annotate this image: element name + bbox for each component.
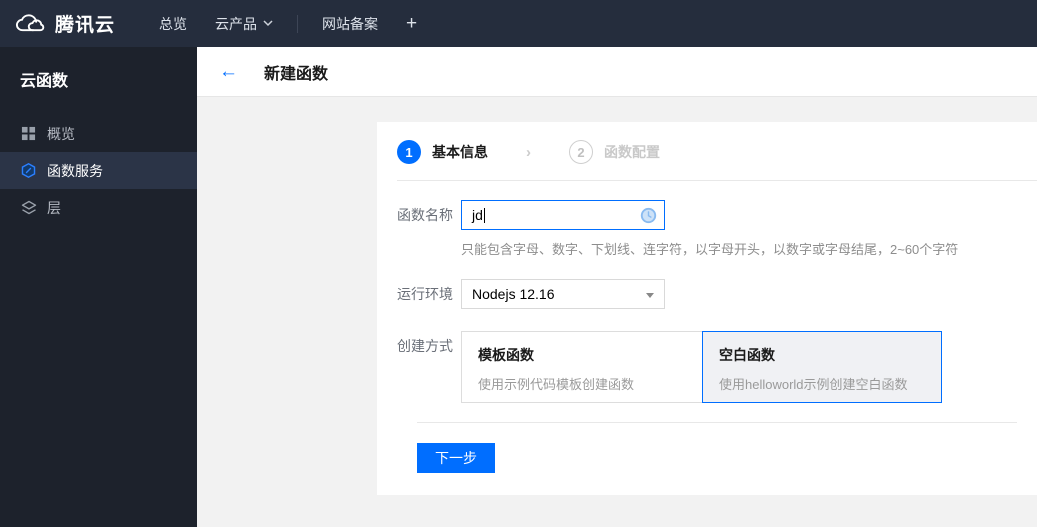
layers-icon <box>20 199 37 216</box>
sidebar-item-label: 函数服务 <box>47 162 103 179</box>
chevron-right-icon: › <box>526 143 531 161</box>
next-step-button[interactable]: 下一步 <box>417 443 495 473</box>
sidebar: 云函数 概览 函数服务 层 <box>0 47 197 527</box>
grid-icon <box>20 125 37 142</box>
cloud-logo-icon <box>14 12 46 36</box>
sidebar-title: 云函数 <box>20 73 69 90</box>
nav-item-overview[interactable]: 总览 <box>145 0 201 47</box>
function-name-label: 函数名称 <box>397 207 453 223</box>
function-name-row: 函数名称 jd <box>397 200 1017 230</box>
page-title: 新建函数 <box>264 65 329 83</box>
sidebar-item-label: 概览 <box>47 125 75 142</box>
sidebar-item-label: 层 <box>47 199 61 216</box>
footer-divider <box>417 422 1017 423</box>
sidebar-item-function-service[interactable]: 函数服务 <box>0 152 197 189</box>
brand-name: 腾讯云 <box>55 15 116 36</box>
page-header: ← 新建函数 <box>197 47 1037 97</box>
chevron-down-icon <box>263 20 273 28</box>
tencent-cloud-logo[interactable]: 腾讯云 <box>14 10 115 37</box>
step-1-circle: 1 <box>397 140 421 164</box>
function-name-hint: 只能包含字母、数字、下划线、连字符，以字母开头，以数字或字母结尾，2~60个字符 <box>461 242 959 257</box>
runtime-label: 运行环境 <box>397 286 453 302</box>
creation-method-label: 创建方式 <box>397 338 453 354</box>
step-2-circle: 2 <box>569 140 593 164</box>
runtime-value: Nodejs 12.16 <box>472 286 555 302</box>
option-template-function[interactable]: 模板函数 使用示例代码模板创建函数 <box>461 331 703 403</box>
text-caret <box>483 207 485 223</box>
creation-method-row: 创建方式 模板函数 使用示例代码模板创建函数 空白函数 使用helloworld… <box>397 331 1017 403</box>
dropdown-arrow-icon <box>646 293 654 298</box>
nav-item-cloud-products[interactable]: 云产品 <box>201 0 287 47</box>
runtime-row: 运行环境 Nodejs 12.16 <box>397 279 1017 309</box>
runtime-select[interactable]: Nodejs 12.16 <box>461 279 665 309</box>
step-indicator: 1 基本信息 › 2 函数配置 <box>377 122 1037 164</box>
nav-divider <box>297 14 299 33</box>
nav-item-icp-filing[interactable]: 网站备案 <box>308 0 392 47</box>
clock-icon <box>639 206 658 230</box>
create-function-card: 1 基本信息 › 2 函数配置 函数名称 jd 只能包含字母、数字、下划线、连字… <box>377 122 1037 495</box>
function-name-input[interactable]: jd <box>461 200 665 230</box>
back-arrow-icon[interactable]: ← <box>219 62 238 81</box>
step-1-label: 基本信息 <box>432 144 488 160</box>
hexagon-function-icon <box>20 162 37 179</box>
top-navbar: 腾讯云 总览 云产品 网站备案 + <box>0 0 1037 47</box>
option-blank-function[interactable]: 空白函数 使用helloworld示例创建空白函数 <box>702 331 942 403</box>
add-tab-button[interactable]: + <box>392 13 431 35</box>
sidebar-item-overview[interactable]: 概览 <box>0 115 197 152</box>
sidebar-item-layers[interactable]: 层 <box>0 189 197 226</box>
step-2-label: 函数配置 <box>604 144 660 160</box>
content-area: 1 基本信息 › 2 函数配置 函数名称 jd 只能包含字母、数字、下划线、连字… <box>197 97 1037 527</box>
function-name-value: jd <box>472 207 483 223</box>
